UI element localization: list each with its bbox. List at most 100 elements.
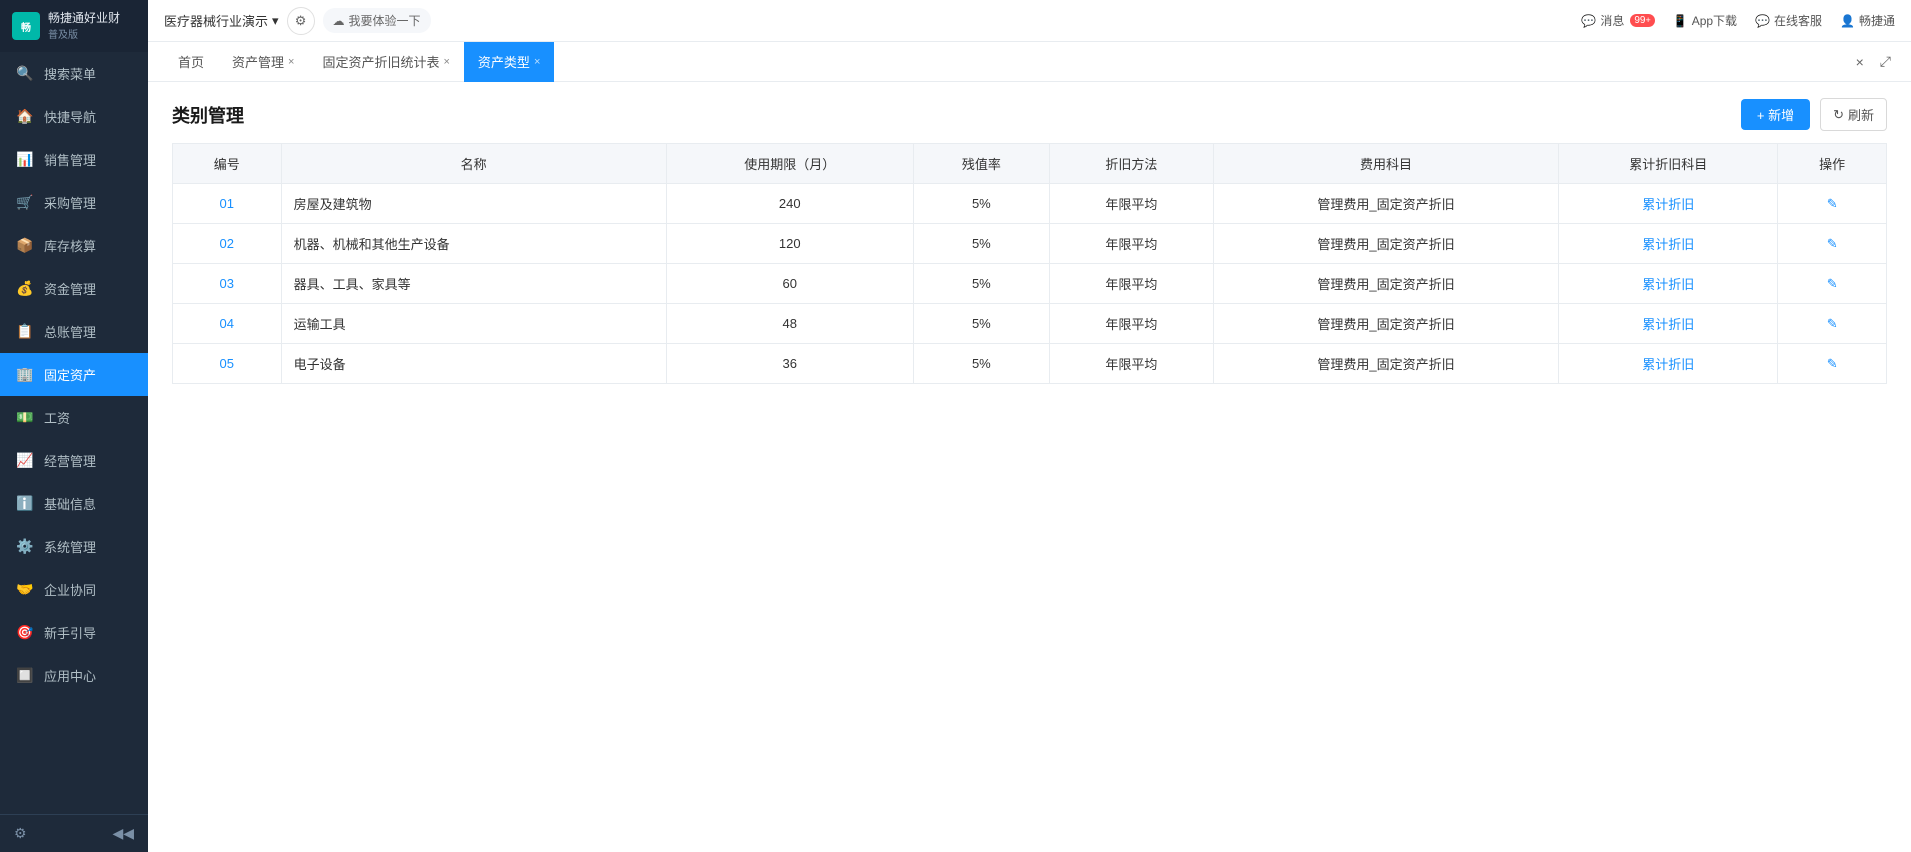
cell-expense: 管理费用_固定资产折旧: [1213, 224, 1558, 264]
sidebar-item-purchase[interactable]: 🛒 采购管理: [0, 181, 148, 224]
refresh-label: 刷新: [1848, 105, 1874, 124]
sidebar-item-inventory[interactable]: 📦 库存核算: [0, 224, 148, 267]
sidebar-collapse-icon[interactable]: ◀◀: [112, 825, 134, 842]
refresh-button[interactable]: ↻ 刷新: [1820, 98, 1887, 131]
new-button[interactable]: + 新增: [1741, 99, 1810, 130]
cell-number: 01: [173, 184, 282, 224]
sidebar-item-quick-nav[interactable]: 🏠 快捷导航: [0, 95, 148, 138]
tab-label-depreciation-table: 固定资产折旧统计表: [322, 52, 439, 71]
cell-method: 年限平均: [1049, 344, 1213, 384]
user-icon: 👤: [1840, 14, 1855, 28]
cell-accum: 累计折旧: [1559, 184, 1778, 224]
badge-messages: 99+: [1630, 14, 1654, 27]
sidebar-bottom: ⚙ ◀◀: [0, 814, 148, 852]
topbar-settings-button[interactable]: ⚙: [287, 7, 315, 35]
th-费用科目: 费用科目: [1213, 144, 1558, 184]
topbar-action-messages[interactable]: 💬 消息 99+: [1581, 12, 1654, 29]
chevron-down-icon: ▾: [272, 13, 279, 29]
topbar-action-user[interactable]: 👤 畅捷通: [1840, 12, 1895, 29]
tabs-right-actions: × ⤢: [1852, 49, 1895, 74]
sidebar-item-sales[interactable]: 📊 销售管理: [0, 138, 148, 181]
basic-info-icon: ℹ️: [16, 495, 34, 513]
cell-op[interactable]: ✎: [1778, 304, 1887, 344]
sidebar-item-guide[interactable]: 🎯 新手引导: [0, 611, 148, 654]
tab-close-depreciation-table[interactable]: ×: [443, 56, 449, 68]
edit-icon[interactable]: ✎: [1827, 236, 1838, 251]
sidebar-settings-icon[interactable]: ⚙: [14, 825, 27, 842]
tab-label-asset-type: 资产类型: [478, 52, 530, 71]
sidebar-item-payroll[interactable]: 💵 工资: [0, 396, 148, 439]
cell-period: 60: [666, 264, 913, 304]
cell-method: 年限平均: [1049, 304, 1213, 344]
table-header-row: 编号名称使用期限（月）残值率折旧方法费用科目累计折旧科目操作: [173, 144, 1887, 184]
tab-home[interactable]: 首页: [164, 42, 218, 82]
sidebar-nav: 🔍 搜索菜单 🏠 快捷导航 📊 销售管理 🛒 采购管理 📦 库存核算 💰 资金管…: [0, 52, 148, 814]
purchase-icon: 🛒: [16, 194, 34, 212]
tabs-bar: 首页 资产管理 × 固定资产折旧统计表 × 资产类型 × × ⤢: [148, 42, 1911, 82]
sidebar-item-label: 固定资产: [44, 365, 96, 384]
app-center-icon: 🔲: [16, 667, 34, 685]
cell-residual: 5%: [913, 224, 1049, 264]
cell-number: 02: [173, 224, 282, 264]
sidebar-item-search[interactable]: 🔍 搜索菜单: [0, 52, 148, 95]
tab-label-home: 首页: [178, 52, 204, 71]
sidebar-item-fixed-assets[interactable]: 🏢 固定资产: [0, 353, 148, 396]
edit-icon[interactable]: ✎: [1827, 316, 1838, 331]
guide-icon: 🎯: [16, 624, 34, 642]
app-title: 畅捷通好业财: [48, 11, 120, 27]
cell-number: 04: [173, 304, 282, 344]
page-actions: + 新增 ↻ 刷新: [1741, 98, 1887, 131]
cell-op[interactable]: ✎: [1778, 224, 1887, 264]
topbar-action-online-service[interactable]: 💬 在线客服: [1755, 12, 1822, 29]
sidebar-item-basic-info[interactable]: ℹ️ 基础信息: [0, 482, 148, 525]
sidebar-header: 畅 畅捷通好业财 普及版: [0, 0, 148, 52]
page-header: 类别管理 + 新增 ↻ 刷新: [148, 82, 1911, 143]
sidebar-item-label: 系统管理: [44, 537, 96, 556]
company-selector[interactable]: 医疗器械行业演示 ▾: [164, 11, 279, 30]
cell-residual: 5%: [913, 184, 1049, 224]
experience-label: 我要体验一下: [349, 12, 421, 29]
tab-asset-mgmt[interactable]: 资产管理 ×: [218, 42, 308, 82]
cell-period: 36: [666, 344, 913, 384]
cell-period: 48: [666, 304, 913, 344]
tab-asset-type[interactable]: 资产类型 ×: [464, 42, 554, 82]
tab-label-asset-mgmt: 资产管理: [232, 52, 284, 71]
edit-icon[interactable]: ✎: [1827, 196, 1838, 211]
cell-op[interactable]: ✎: [1778, 184, 1887, 224]
app-logo: 畅: [12, 12, 40, 40]
operations-icon: 📈: [16, 452, 34, 470]
cell-name: 房屋及建筑物: [281, 184, 666, 224]
edit-icon[interactable]: ✎: [1827, 356, 1838, 371]
experience-button[interactable]: ☁ 我要体验一下: [323, 8, 431, 33]
cell-number: 03: [173, 264, 282, 304]
tab-close-asset-mgmt[interactable]: ×: [288, 56, 294, 68]
sidebar-item-ledger[interactable]: 📋 总账管理: [0, 310, 148, 353]
table-row: 05 电子设备 36 5% 年限平均 管理费用_固定资产折旧 累计折旧 ✎: [173, 344, 1887, 384]
page-title: 类别管理: [172, 102, 244, 128]
sidebar-item-label: 总账管理: [44, 322, 96, 341]
sidebar-item-enterprise[interactable]: 🤝 企业协同: [0, 568, 148, 611]
cell-residual: 5%: [913, 304, 1049, 344]
cell-op[interactable]: ✎: [1778, 344, 1887, 384]
cell-name: 器具、工具、家具等: [281, 264, 666, 304]
cell-name: 机器、机械和其他生产设备: [281, 224, 666, 264]
tab-close-asset-type[interactable]: ×: [534, 56, 540, 68]
table-container: 编号名称使用期限（月）残值率折旧方法费用科目累计折旧科目操作 01 房屋及建筑物…: [148, 143, 1911, 852]
window-close-icon[interactable]: ×: [1852, 50, 1868, 74]
cell-op[interactable]: ✎: [1778, 264, 1887, 304]
sidebar-item-label: 快捷导航: [44, 107, 96, 126]
th-累计折旧科目: 累计折旧科目: [1559, 144, 1778, 184]
sidebar-item-operations[interactable]: 📈 经营管理: [0, 439, 148, 482]
page-content: 类别管理 + 新增 ↻ 刷新 编号名称使用期限（月）残值率折旧方法费用科目累计折…: [148, 82, 1911, 852]
ledger-icon: 📋: [16, 323, 34, 341]
window-expand-icon[interactable]: ⤢: [1876, 49, 1895, 74]
sidebar-item-app-center[interactable]: 🔲 应用中心: [0, 654, 148, 697]
topbar-action-app-download[interactable]: 📱 App下载: [1673, 12, 1737, 29]
tab-depreciation-table[interactable]: 固定资产折旧统计表 ×: [308, 42, 463, 82]
sidebar-item-label: 库存核算: [44, 236, 96, 255]
app-version: 普及版: [48, 26, 120, 41]
sidebar-item-capital[interactable]: 💰 资金管理: [0, 267, 148, 310]
sidebar-item-system[interactable]: ⚙️ 系统管理: [0, 525, 148, 568]
edit-icon[interactable]: ✎: [1827, 276, 1838, 291]
cell-expense: 管理费用_固定资产折旧: [1213, 184, 1558, 224]
